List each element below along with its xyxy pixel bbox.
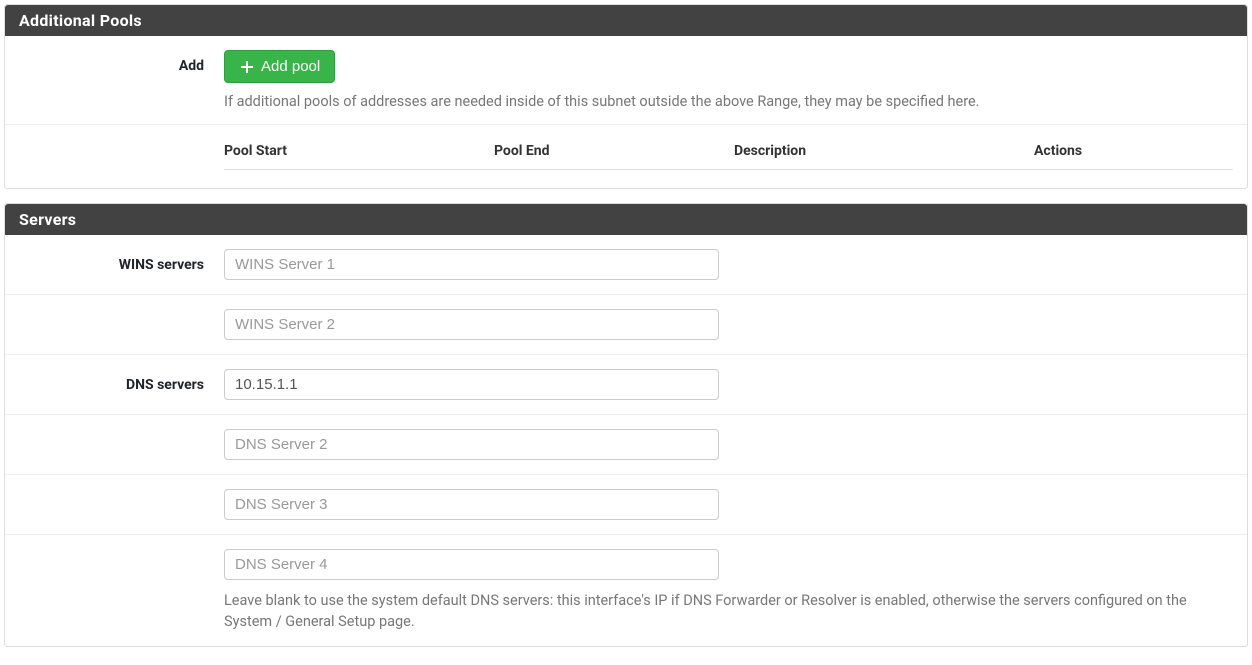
pool-table-header: Pool Start Pool End Description Actions (224, 137, 1233, 170)
add-pool-button-label: Add pool (261, 58, 320, 75)
dns4-row: Leave blank to use the system default DN… (5, 535, 1247, 646)
dns-servers-label: DNS servers (19, 369, 224, 393)
servers-heading: Servers (5, 204, 1247, 235)
dns3-row (5, 475, 1247, 535)
dns1-row: DNS servers (5, 355, 1247, 415)
wins-server-2-input[interactable] (224, 309, 719, 340)
wins-servers-label: WINS servers (19, 249, 224, 273)
dns-server-3-input[interactable] (224, 489, 719, 520)
pool-table: Pool Start Pool End Description Actions (5, 125, 1247, 188)
plus-icon (239, 59, 255, 75)
add-pool-button[interactable]: Add pool (224, 50, 335, 83)
dns-hint: Leave blank to use the system default DN… (224, 590, 1233, 632)
dns-server-4-input[interactable] (224, 549, 719, 580)
dns-server-2-input[interactable] (224, 429, 719, 460)
add-pool-row: Add Add pool If additional pools of addr… (5, 36, 1247, 125)
col-actions: Actions (1034, 143, 1233, 159)
col-description: Description (734, 143, 1034, 159)
servers-panel: Servers WINS servers DNS servers (4, 203, 1248, 647)
col-pool-start: Pool Start (224, 143, 494, 159)
wins-server-1-input[interactable] (224, 249, 719, 280)
wins1-row: WINS servers (5, 235, 1247, 295)
add-pool-input-col: Add pool If additional pools of addresse… (224, 50, 1233, 110)
col-pool-end: Pool End (494, 143, 734, 159)
wins2-row (5, 295, 1247, 355)
dns-server-1-input[interactable] (224, 369, 719, 400)
dns2-row (5, 415, 1247, 475)
additional-pools-heading: Additional Pools (5, 5, 1247, 36)
additional-pools-body: Add Add pool If additional pools of addr… (5, 36, 1247, 188)
add-label: Add (19, 50, 224, 74)
additional-pools-panel: Additional Pools Add Add pool If additio… (4, 4, 1248, 189)
servers-body: WINS servers DNS servers (5, 235, 1247, 646)
add-pool-hint: If additional pools of addresses are nee… (224, 93, 1233, 110)
